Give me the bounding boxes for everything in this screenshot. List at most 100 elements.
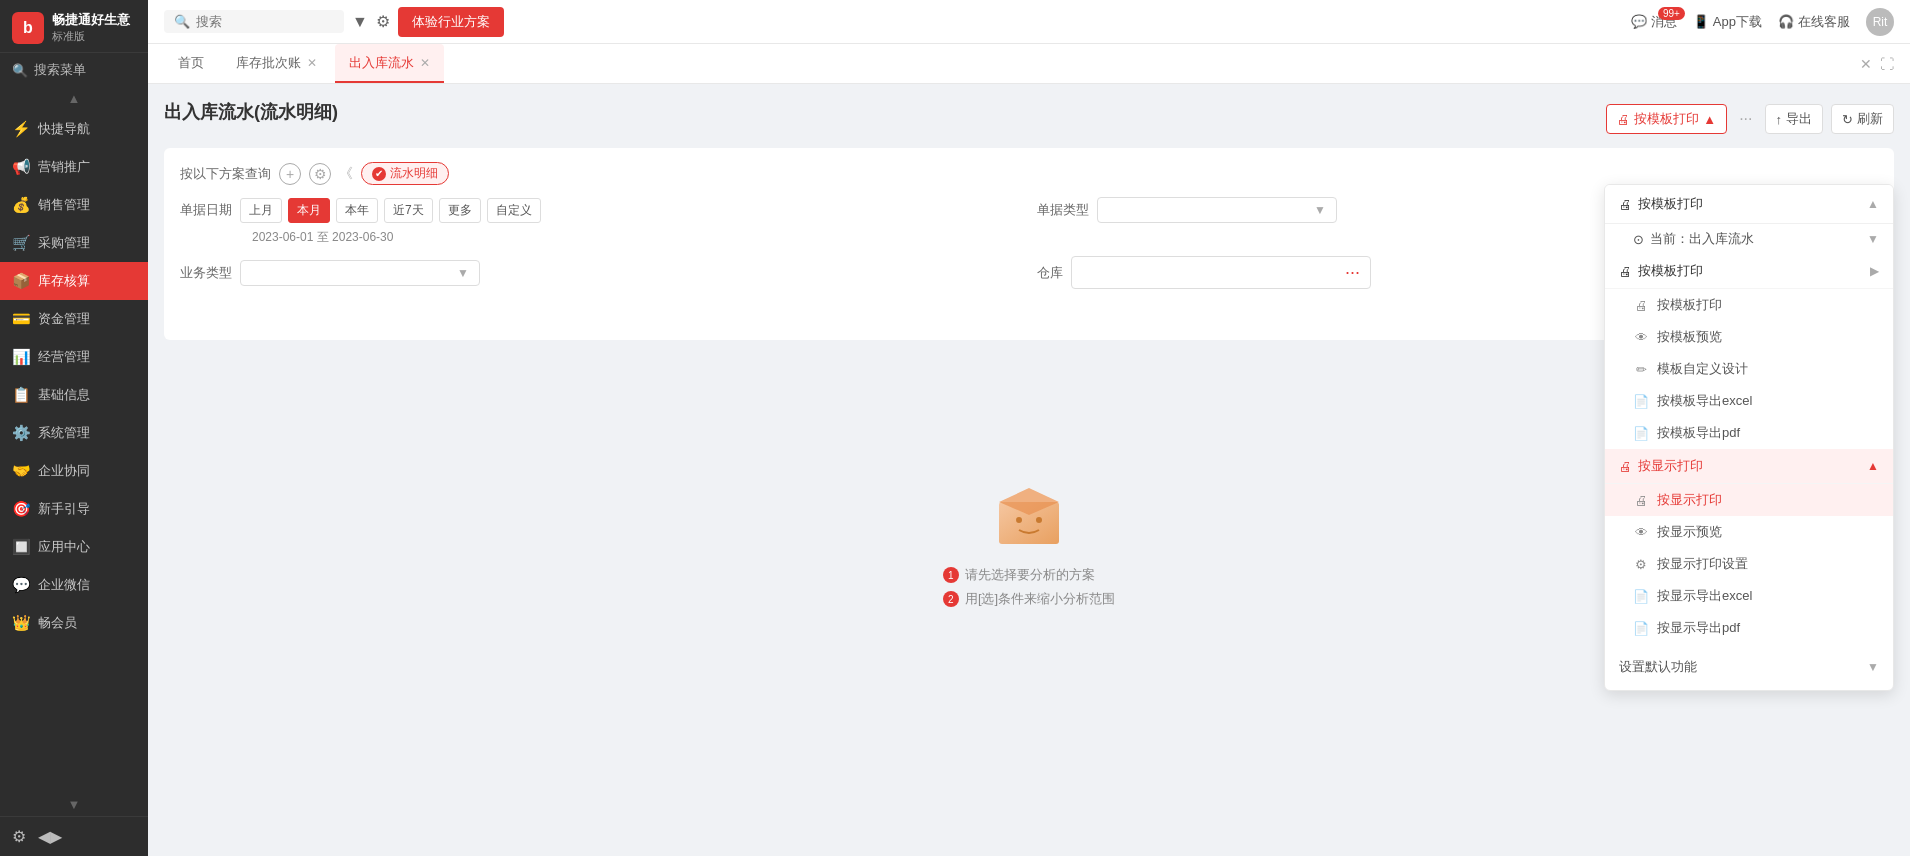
export-btn[interactable]: ↑ 导出 bbox=[1765, 104, 1824, 134]
sidebar-item-label: 营销推广 bbox=[38, 158, 90, 176]
enterprise-icon: 🤝 bbox=[12, 462, 30, 480]
dp-section-template-header[interactable]: 🖨 按模板打印 ▶ bbox=[1605, 254, 1893, 288]
date-filter-field: 单据日期 上月 本月 本年 近7天 更多 自定义 bbox=[180, 198, 1021, 223]
tab-flow-close[interactable]: ✕ bbox=[420, 56, 430, 70]
sidebar-item-operations[interactable]: 📊 经营管理 bbox=[0, 338, 148, 376]
date-7days-btn[interactable]: 近7天 bbox=[384, 198, 433, 223]
dp-item-display-preview[interactable]: 👁 按显示预览 bbox=[1605, 516, 1893, 548]
dp-item-display-excel[interactable]: 📄 按显示导出excel bbox=[1605, 580, 1893, 612]
close-window-icon[interactable]: ✕ bbox=[1860, 56, 1872, 72]
sidebar-item-label: 企业协同 bbox=[38, 462, 90, 480]
tab-home[interactable]: 首页 bbox=[164, 44, 218, 83]
collapse-sidebar-icon[interactable]: ◀▶ bbox=[38, 827, 62, 846]
dp-section-display-header[interactable]: 🖨 按显示打印 ▲ bbox=[1605, 449, 1893, 483]
sidebar-item-inventory[interactable]: 📦 库存核算 bbox=[0, 262, 148, 300]
filter-tag[interactable]: ✔ 流水明细 bbox=[361, 162, 449, 185]
download-icon: 📱 bbox=[1693, 14, 1709, 29]
logo-icon: b bbox=[12, 12, 44, 44]
sidebar-item-sales[interactable]: 💰 销售管理 bbox=[0, 186, 148, 224]
dp-item-display-pdf[interactable]: 📄 按显示导出pdf bbox=[1605, 612, 1893, 644]
tab-flow[interactable]: 出入库流水 ✕ bbox=[335, 44, 444, 83]
print-template-btn[interactable]: 🖨 按模板打印 ▲ bbox=[1606, 104, 1727, 134]
app-download-btn[interactable]: 📱 App下载 bbox=[1693, 13, 1762, 31]
dp-item-display-preview-icon: 👁 bbox=[1633, 524, 1649, 540]
header-search-input[interactable] bbox=[196, 14, 316, 29]
dp-item-display-print[interactable]: 🖨 按显示打印 bbox=[1605, 484, 1893, 516]
dp-item-preview-icon: 👁 bbox=[1633, 329, 1649, 345]
tab-batch-close[interactable]: ✕ bbox=[307, 56, 317, 70]
sidebar-item-apps[interactable]: 🔲 应用中心 bbox=[0, 528, 148, 566]
sidebar-item-enterprise[interactable]: 🤝 企业协同 bbox=[0, 452, 148, 490]
settings-footer-icon[interactable]: ⚙ bbox=[12, 827, 26, 846]
sidebar-item-guide[interactable]: 🎯 新手引导 bbox=[0, 490, 148, 528]
sidebar-item-basics[interactable]: 📋 基础信息 bbox=[0, 376, 148, 414]
more-dots[interactable]: ··· bbox=[1739, 110, 1752, 128]
dp-current-arrow[interactable]: ▼ bbox=[1867, 232, 1879, 246]
tab-batch[interactable]: 库存批次账 ✕ bbox=[222, 44, 331, 83]
purchase-icon: 🛒 bbox=[12, 234, 30, 252]
filter-settings-btn[interactable]: ⚙ bbox=[309, 163, 331, 185]
dp-header-arrow[interactable]: ▲ bbox=[1867, 197, 1879, 211]
warehouse-more-btn[interactable]: ··· bbox=[1345, 262, 1360, 283]
scroll-down[interactable]: ▼ bbox=[0, 793, 148, 816]
message-btn[interactable]: 💬 消息 99+ bbox=[1631, 13, 1677, 31]
sidebar-item-label: 企业微信 bbox=[38, 576, 90, 594]
user-avatar-btn[interactable]: Rit bbox=[1866, 8, 1894, 36]
basics-icon: 📋 bbox=[12, 386, 30, 404]
sidebar-item-label: 销售管理 bbox=[38, 196, 90, 214]
header-settings-btn[interactable]: ⚙ bbox=[376, 12, 390, 31]
marketing-icon: 📢 bbox=[12, 158, 30, 176]
dp-section-display: 🖨 按显示打印 ▲ bbox=[1605, 449, 1893, 484]
page-header-actions: 🖨 按模板打印 ▲ ··· ↑ 导出 ↻ 刷新 bbox=[1606, 104, 1894, 134]
sidebar-item-label: 新手引导 bbox=[38, 500, 90, 518]
dp-item-template-pdf[interactable]: 📄 按模板导出pdf bbox=[1605, 417, 1893, 449]
online-service-btn[interactable]: 🎧 在线客服 bbox=[1778, 13, 1850, 31]
scroll-up[interactable]: ▲ bbox=[0, 87, 148, 110]
page-header: 出入库流水(流水明细) 🖨 按模板打印 ▲ ··· ↑ 导出 ↻ 刷新 bbox=[164, 100, 1894, 138]
dp-item-template-preview[interactable]: 👁 按模板预览 bbox=[1605, 321, 1893, 353]
sidebar-item-vip[interactable]: 👑 畅会员 bbox=[0, 604, 148, 642]
trial-btn[interactable]: 体验行业方案 bbox=[398, 7, 504, 37]
apps-icon: 🔲 bbox=[12, 538, 30, 556]
sidebar-item-system[interactable]: ⚙️ 系统管理 bbox=[0, 414, 148, 452]
dp-item-display-settings[interactable]: ⚙ 按显示打印设置 bbox=[1605, 548, 1893, 580]
empty-image bbox=[984, 460, 1074, 550]
sidebar-item-wechat[interactable]: 💬 企业微信 bbox=[0, 566, 148, 604]
sidebar-item-finance[interactable]: 💳 资金管理 bbox=[0, 300, 148, 338]
warehouse-select[interactable]: ··· bbox=[1071, 256, 1371, 289]
date-this-year-btn[interactable]: 本年 bbox=[336, 198, 378, 223]
date-more-btn[interactable]: 更多 bbox=[439, 198, 481, 223]
user-avatar: Rit bbox=[1866, 8, 1894, 36]
business-type-select[interactable]: ▼ bbox=[240, 260, 480, 286]
dp-footer-arrow: ▼ bbox=[1867, 660, 1879, 674]
dp-item-template-custom[interactable]: ✏ 模板自定义设计 bbox=[1605, 353, 1893, 385]
header-right: 💬 消息 99+ 📱 App下载 🎧 在线客服 Rit bbox=[1631, 8, 1894, 36]
dp-section-template-icon: 🖨 bbox=[1619, 264, 1632, 279]
dp-footer-defaults[interactable]: 设置默认功能 ▼ bbox=[1619, 652, 1879, 682]
vip-icon: 👑 bbox=[12, 614, 30, 632]
header-search-box[interactable]: 🔍 bbox=[164, 10, 344, 33]
chevron-up-icon: ▲ bbox=[1703, 112, 1716, 127]
filter-add-btn[interactable]: + bbox=[279, 163, 301, 185]
wechat-icon: 💬 bbox=[12, 576, 30, 594]
refresh-btn[interactable]: ↻ 刷新 bbox=[1831, 104, 1894, 134]
sidebar-footer: ⚙ ◀▶ bbox=[0, 816, 148, 856]
sidebar-item-label: 库存核算 bbox=[38, 272, 90, 290]
expand-window-icon[interactable]: ⛶ bbox=[1880, 56, 1894, 72]
date-custom-btn[interactable]: 自定义 bbox=[487, 198, 541, 223]
header-dropdown-btn[interactable]: ▼ bbox=[352, 13, 368, 31]
date-last-month-btn[interactable]: 上月 bbox=[240, 198, 282, 223]
header-left: 🔍 ▼ ⚙ 体验行业方案 bbox=[164, 7, 504, 37]
sidebar-item-purchase[interactable]: 🛒 采购管理 bbox=[0, 224, 148, 262]
date-this-month-btn[interactable]: 本月 bbox=[288, 198, 330, 223]
doc-type-select[interactable]: ▼ bbox=[1097, 197, 1337, 223]
sidebar-item-marketing[interactable]: 📢 营销推广 bbox=[0, 148, 148, 186]
sidebar-item-quick-nav[interactable]: ⚡ 快捷导航 bbox=[0, 110, 148, 148]
sidebar-search[interactable]: 🔍 搜索菜单 bbox=[0, 53, 148, 87]
empty-svg bbox=[984, 460, 1074, 550]
message-icon: 💬 bbox=[1631, 14, 1647, 29]
print-icon: 🖨 bbox=[1617, 112, 1630, 127]
dp-item-template-print[interactable]: 🖨 按模板打印 bbox=[1605, 289, 1893, 321]
filter-collapse-btn[interactable]: 《 bbox=[339, 165, 353, 183]
dp-item-template-excel[interactable]: 📄 按模板导出excel bbox=[1605, 385, 1893, 417]
